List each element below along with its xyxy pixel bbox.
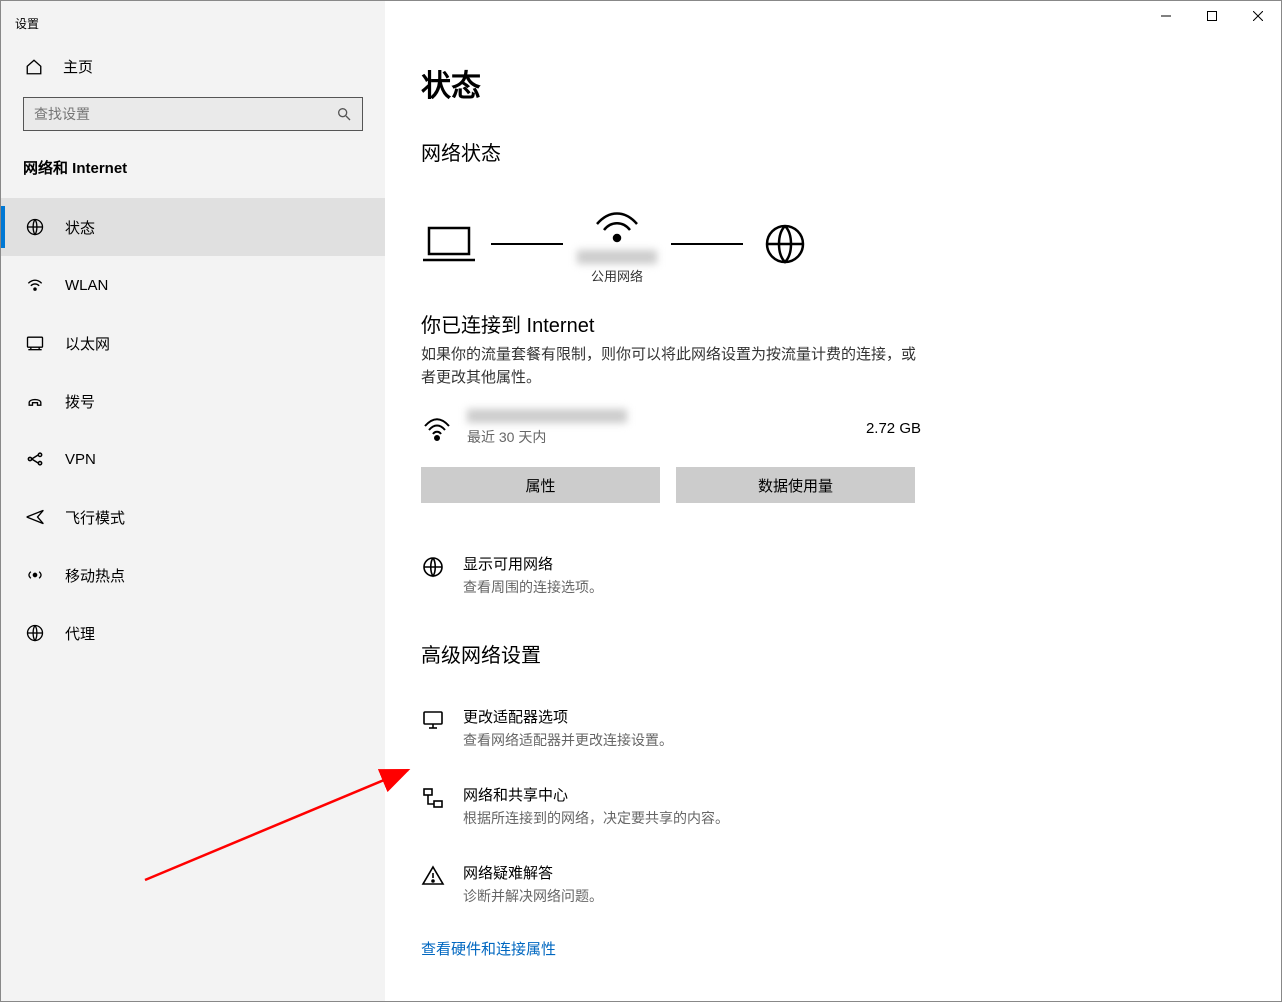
airplane-icon xyxy=(25,507,45,527)
sidebar-section-header: 网络和 Internet xyxy=(1,149,385,190)
action-title: 网络疑难解答 xyxy=(463,862,603,883)
minimize-button[interactable] xyxy=(1143,1,1189,31)
adapter-options-item[interactable]: 更改适配器选项 查看网络适配器并更改连接设置。 xyxy=(421,696,941,760)
nav-label: VPN xyxy=(65,451,96,468)
action-desc: 根据所连接到的网络，决定要共享的内容。 xyxy=(463,805,729,828)
globe-icon xyxy=(25,217,45,237)
home-icon xyxy=(25,58,43,76)
network-diagram: 公用网络 xyxy=(421,182,1281,285)
connected-desc: 如果你的流量套餐有限制，则你可以将此网络设置为按流量计费的连接，或者更改其他属性… xyxy=(421,338,921,389)
proxy-icon xyxy=(25,623,45,643)
advanced-title: 高级网络设置 xyxy=(421,631,1281,684)
action-desc: 诊断并解决网络问题。 xyxy=(463,883,603,906)
diagram-internet xyxy=(757,222,813,266)
app-title: 设置 xyxy=(1,9,385,46)
hotspot-icon xyxy=(25,565,45,585)
laptop-icon xyxy=(421,222,477,266)
nav-item-wlan[interactable]: WLAN xyxy=(1,256,385,314)
wifi-icon xyxy=(421,412,453,444)
connection-row: 最近 30 天内 2.72 GB xyxy=(421,389,921,447)
globe-icon xyxy=(757,222,813,266)
diagram-line xyxy=(491,243,563,245)
diagram-pc xyxy=(421,222,477,266)
search-input[interactable] xyxy=(34,106,336,122)
ssid-blurred xyxy=(577,250,657,264)
search-box[interactable] xyxy=(23,97,363,131)
diagram-line xyxy=(671,243,743,245)
action-title: 显示可用网络 xyxy=(463,553,603,574)
nav-label: 代理 xyxy=(65,623,95,644)
nav-item-airplane[interactable]: 飞行模式 xyxy=(1,488,385,546)
nav-item-hotspot[interactable]: 移动热点 xyxy=(1,546,385,604)
ethernet-icon xyxy=(25,333,45,353)
nav-label: 移动热点 xyxy=(65,565,125,586)
ssid-blurred xyxy=(467,409,627,423)
action-desc: 查看周围的连接选项。 xyxy=(463,574,603,597)
network-status-title: 网络状态 xyxy=(421,129,1281,182)
nav-item-dialup[interactable]: 拨号 xyxy=(1,372,385,430)
action-title: 更改适配器选项 xyxy=(463,706,673,727)
home-label: 主页 xyxy=(63,56,93,77)
nav-label: WLAN xyxy=(65,277,108,294)
sharing-center-item[interactable]: 网络和共享中心 根据所连接到的网络，决定要共享的内容。 xyxy=(421,774,941,838)
nav-item-vpn[interactable]: VPN xyxy=(1,430,385,488)
nav-list: 状态 WLAN 以太网 拨号 VPN 飞行模式 xyxy=(1,190,385,662)
nav-label: 飞行模式 xyxy=(65,507,125,528)
maximize-button[interactable] xyxy=(1189,1,1235,31)
data-usage-value: 2.72 GB xyxy=(866,420,921,437)
network-icon xyxy=(421,786,445,810)
wifi-icon xyxy=(589,202,645,246)
troubleshoot-item[interactable]: 网络疑难解答 诊断并解决网络问题。 xyxy=(421,852,941,916)
globe-icon xyxy=(421,555,445,579)
wifi-icon xyxy=(25,275,45,295)
network-type: 公用网络 xyxy=(591,266,643,285)
monitor-icon xyxy=(421,708,445,732)
properties-button[interactable]: 属性 xyxy=(421,467,660,503)
action-desc: 查看网络适配器并更改连接设置。 xyxy=(463,727,673,750)
usage-range: 最近 30 天内 xyxy=(467,425,852,447)
nav-label: 拨号 xyxy=(65,391,95,412)
show-networks-item[interactable]: 显示可用网络 查看周围的连接选项。 xyxy=(421,543,941,607)
home-button[interactable]: 主页 xyxy=(1,46,385,87)
vpn-icon xyxy=(25,449,45,469)
nav-item-status[interactable]: 状态 xyxy=(1,198,385,256)
search-icon xyxy=(336,106,352,122)
warning-icon xyxy=(421,864,445,888)
action-title: 网络和共享中心 xyxy=(463,784,729,805)
connected-title: 你已连接到 Internet xyxy=(421,285,1281,338)
titlebar xyxy=(1143,1,1281,31)
sidebar: 设置 主页 网络和 Internet 状态 WLAN xyxy=(1,1,385,1001)
diagram-wifi: 公用网络 xyxy=(577,202,657,285)
hardware-link[interactable]: 查看硬件和连接属性 xyxy=(421,938,1281,959)
nav-label: 状态 xyxy=(65,217,95,238)
nav-item-proxy[interactable]: 代理 xyxy=(1,604,385,662)
nav-label: 以太网 xyxy=(65,333,110,354)
main-content: 状态 网络状态 公用网络 你已连接到 Internet 如果你的流量套餐有限制，… xyxy=(385,1,1281,1001)
nav-item-ethernet[interactable]: 以太网 xyxy=(1,314,385,372)
close-button[interactable] xyxy=(1235,1,1281,31)
data-usage-button[interactable]: 数据使用量 xyxy=(676,467,915,503)
dialup-icon xyxy=(25,391,45,411)
